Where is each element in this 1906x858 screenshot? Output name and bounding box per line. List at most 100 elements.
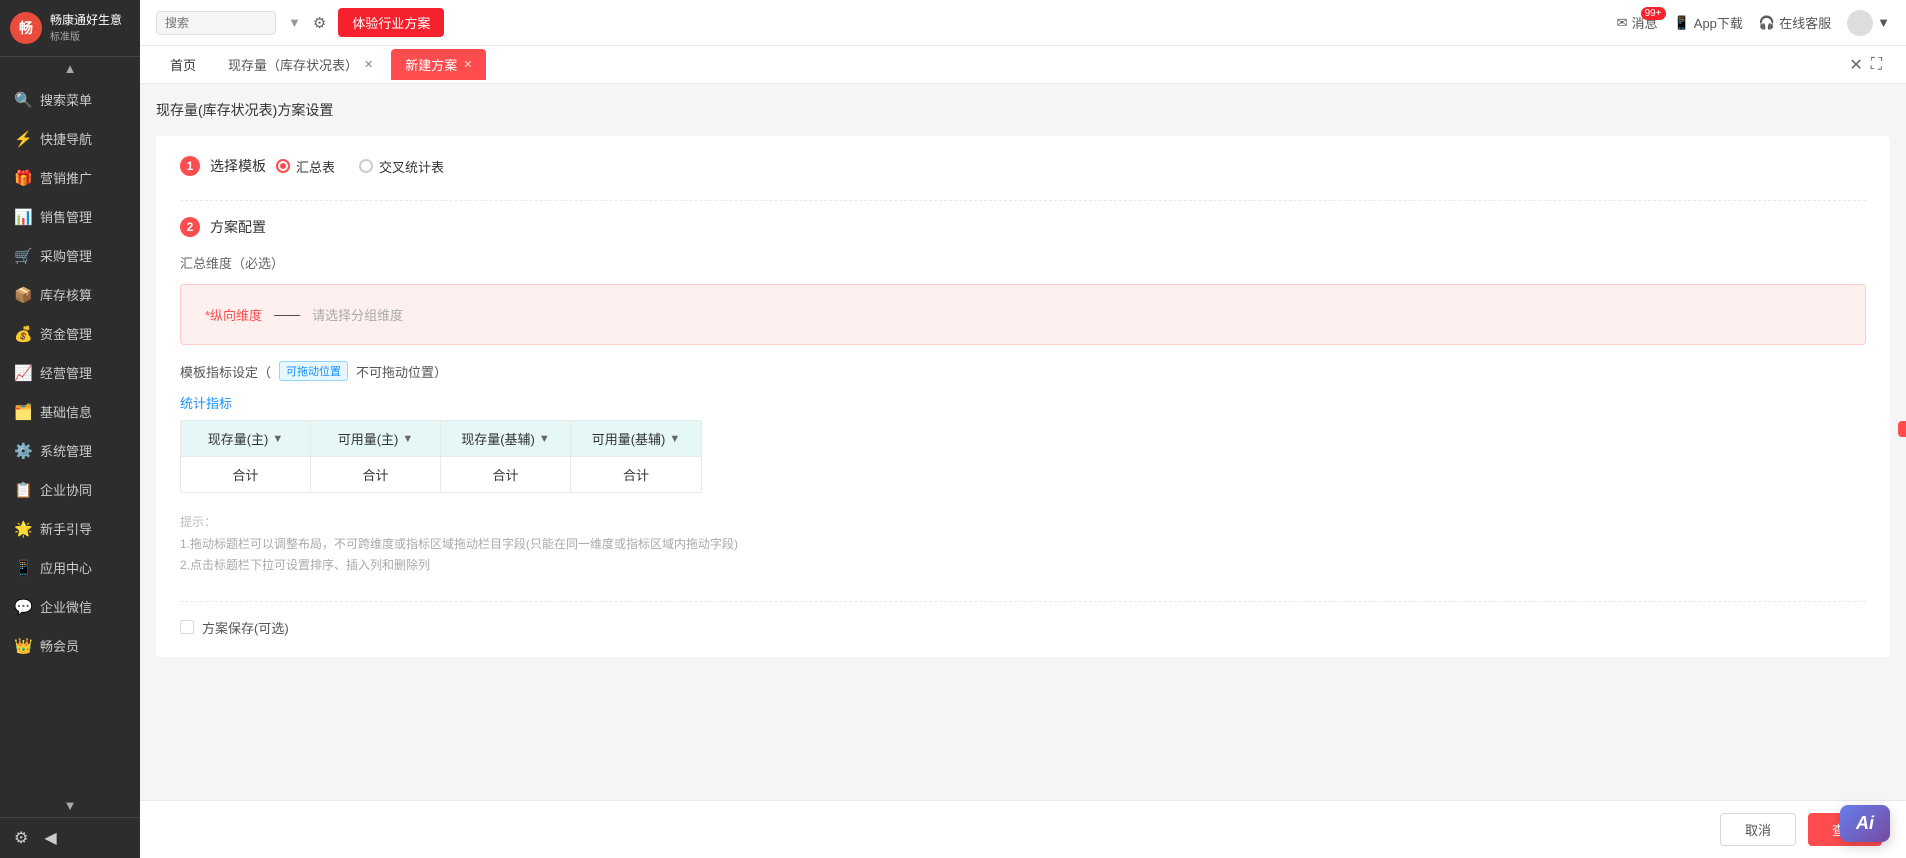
tab-new-plan-close-icon[interactable]: ✕ — [463, 58, 472, 71]
sidebar-item-guide[interactable]: 🌟 新手引导 — [0, 509, 140, 548]
sidebar-item-wechat[interactable]: 💬 企业微信 — [0, 587, 140, 626]
summary-label: 汇总表 — [296, 157, 335, 176]
tips-section: 提示： 1.拖动标题栏可以调整布局，不可跨维度或指标区域拖动栏目字段(只能在同一… — [180, 512, 1866, 577]
save-option-label: 方案保存(可选) — [202, 618, 289, 637]
indicator-label-text: 模板指标设定（ — [180, 362, 271, 381]
sidebar-item-contract[interactable]: 📋 企业协同 — [0, 470, 140, 509]
sidebar-item-basic[interactable]: 🗂️ 基础信息 — [0, 392, 140, 431]
cancel-button[interactable]: 取消 — [1720, 813, 1796, 846]
dimension-area[interactable]: *纵向维度 —— 请选择分组维度 — [180, 284, 1866, 345]
trial-btn[interactable]: 体验行业方案 — [338, 8, 444, 37]
online-service-label: 在线客服 — [1779, 13, 1831, 32]
step2-header: 2 方案配置 — [180, 217, 1866, 237]
member-icon: 👑 — [14, 637, 32, 655]
cross-label: 交叉统计表 — [379, 157, 444, 176]
col-data-0: 合计 — [181, 456, 311, 492]
ai-badge[interactable]: Ai — [1840, 805, 1890, 842]
tab-home[interactable]: 首页 — [156, 49, 210, 80]
step1-header: 1 选择模板 汇总表 交叉统计表 — [180, 156, 1866, 176]
sidebar-item-apps[interactable]: 📱 应用中心 — [0, 548, 140, 587]
step1-title: 选择模板 — [210, 156, 266, 176]
step1-section: 1 选择模板 汇总表 交叉统计表 — [180, 156, 1866, 176]
col-header-1[interactable]: 可用量(主) ▼ — [311, 421, 441, 456]
quick-nav-icon: ⚡ — [14, 130, 32, 148]
user-menu[interactable]: ▼ — [1847, 10, 1890, 36]
guide-icon: 🌟 — [14, 520, 32, 538]
settings-card: 1 选择模板 汇总表 交叉统计表 — [156, 136, 1890, 657]
collapse-icon[interactable]: ◀ — [44, 828, 56, 848]
template-summary-option[interactable]: 汇总表 — [276, 157, 335, 176]
sidebar-item-purchase[interactable]: 🛒 采购管理 — [0, 236, 140, 275]
stats-header-row: 现存量(主) ▼ 可用量(主) ▼ 现存量(基辅) ▼ — [181, 421, 701, 456]
online-service-button[interactable]: 🎧 在线客服 — [1759, 13, 1831, 32]
sidebar-item-label: 资金管理 — [40, 324, 92, 343]
topbar-gear-icon[interactable]: ⚙ — [313, 14, 326, 32]
col-chevron-3[interactable]: ▼ — [669, 433, 680, 445]
sidebar-item-system[interactable]: ⚙️ 系统管理 — [0, 431, 140, 470]
tabs-bar: 首页 现存量（库存状况表） ✕ 新建方案 ✕ ✕ ⛶ — [140, 46, 1906, 84]
wechat-icon: 💬 — [14, 598, 32, 616]
vertical-dim-label: *纵向维度 — [205, 305, 262, 324]
col-chevron-2[interactable]: ▼ — [539, 433, 550, 445]
apps-icon: 📱 — [14, 559, 32, 577]
sidebar-item-finance[interactable]: 💰 资金管理 — [0, 314, 140, 353]
headset-icon: 🎧 — [1759, 15, 1775, 31]
sidebar-scroll-down[interactable]: ▼ — [0, 794, 140, 817]
template-cross-option[interactable]: 交叉统计表 — [359, 157, 444, 176]
stats-section-title: 统计指标 — [180, 393, 1866, 412]
sidebar-item-operation[interactable]: 📈 经营管理 — [0, 353, 140, 392]
message-icon: ✉ — [1617, 15, 1628, 31]
messages-badge: 99+ — [1641, 7, 1666, 20]
save-checkbox[interactable] — [180, 620, 194, 634]
divider-2 — [180, 601, 1866, 602]
sidebar-item-member[interactable]: 👑 畅会员 — [0, 626, 140, 665]
topbar-chevron-icon[interactable]: ▼ — [288, 15, 301, 30]
bottom-actions: 取消 查询 — [140, 800, 1906, 858]
topbar: ▼ ⚙ 体验行业方案 ✉ 消息 99+ 📱 App下载 🎧 在线客服 ▼ — [140, 0, 1906, 46]
col-chevron-0[interactable]: ▼ — [272, 433, 283, 445]
col-header-0[interactable]: 现存量(主) ▼ — [181, 421, 311, 456]
app-version: 标准版 — [50, 28, 122, 43]
inventory-icon: 📦 — [14, 286, 32, 304]
sidebar-item-sales[interactable]: 📊 销售管理 — [0, 197, 140, 236]
col-chevron-1[interactable]: ▼ — [402, 433, 413, 445]
divider-1 — [180, 200, 1866, 201]
sidebar-item-quick-nav[interactable]: ⚡ 快捷导航 — [0, 119, 140, 158]
page-title: 现存量(库存状况表)方案设置 — [156, 100, 1890, 120]
tab-new-plan[interactable]: 新建方案 ✕ — [391, 49, 486, 80]
settings-icon[interactable]: ⚙ — [14, 828, 28, 848]
app-download-label: App下载 — [1694, 13, 1743, 32]
sidebar-item-inventory[interactable]: 📦 库存核算 — [0, 275, 140, 314]
messages-button[interactable]: ✉ 消息 99+ — [1617, 13, 1658, 32]
window-controls: ✕ ⛶ — [1849, 55, 1890, 75]
right-edge-tab[interactable] — [1898, 421, 1906, 437]
finance-icon: 💰 — [14, 325, 32, 343]
topbar-search-input[interactable] — [156, 11, 276, 35]
tab-inventory-label: 现存量（库存状况表） — [228, 55, 358, 74]
app-download-button[interactable]: 📱 App下载 — [1674, 13, 1743, 32]
col-header-2[interactable]: 现存量(基辅) ▼ — [441, 421, 571, 456]
col-header-3[interactable]: 可用量(基辅) ▼ — [571, 421, 701, 456]
dimension-dash: —— — [274, 307, 300, 322]
summary-radio[interactable] — [276, 159, 290, 173]
sidebar-item-label: 搜索菜单 — [40, 90, 92, 109]
sidebar-item-marketing[interactable]: 🎁 营销推广 — [0, 158, 140, 197]
step2-badge: 2 — [180, 217, 200, 237]
sidebar-scroll-up[interactable]: ▲ — [0, 57, 140, 80]
stats-data-row: 合计 合计 合计 合计 — [181, 456, 701, 492]
system-icon: ⚙️ — [14, 442, 32, 460]
sidebar-item-search[interactable]: 🔍 搜索菜单 — [0, 80, 140, 119]
marketing-icon: 🎁 — [14, 169, 32, 187]
tab-inventory-close-icon[interactable]: ✕ — [364, 58, 373, 71]
sidebar-item-label: 企业微信 — [40, 597, 92, 616]
close-icon[interactable]: ✕ — [1849, 55, 1862, 75]
sidebar-logo: 畅 畅康通好生意 标准版 — [0, 0, 140, 57]
tab-inventory[interactable]: 现存量（库存状况表） ✕ — [214, 49, 387, 80]
expand-icon[interactable]: ⛶ — [1871, 56, 1882, 74]
non-draggable-tag: 不可拖动位置） — [356, 362, 447, 381]
tab-home-label: 首页 — [170, 55, 196, 74]
cross-radio[interactable] — [359, 159, 373, 173]
sidebar-item-label: 基础信息 — [40, 402, 92, 421]
sidebar-item-label: 经营管理 — [40, 363, 92, 382]
template-options: 汇总表 交叉统计表 — [276, 157, 444, 176]
